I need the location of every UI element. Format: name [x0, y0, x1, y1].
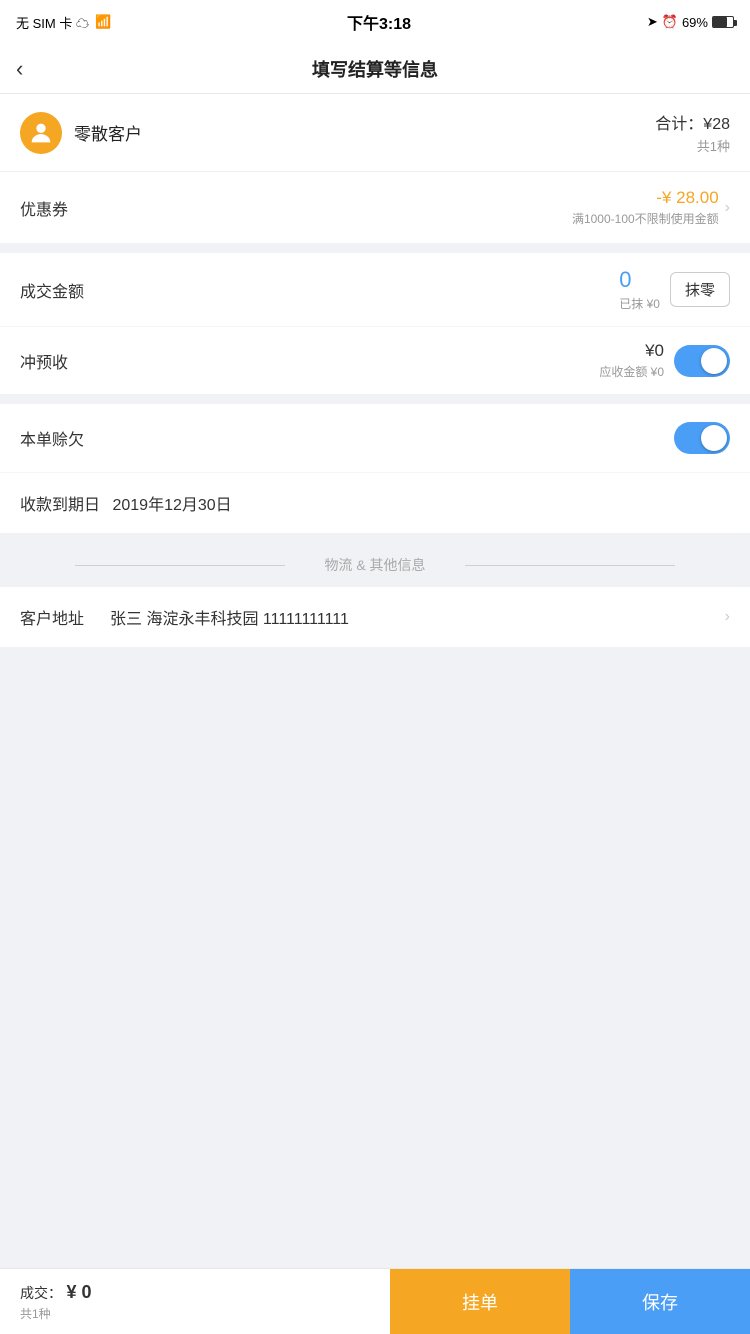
bottom-action-bar: 成交： ¥ 0 共1种 挂单 保存	[0, 1268, 750, 1334]
transaction-section: 成交金额 0 已抹 ¥0 抹零 冲预收 ¥0 应收金额 ¥0	[0, 253, 750, 394]
customer-right: 合计：¥28 共1种	[655, 110, 730, 155]
due-date-label: 收款到期日	[20, 497, 100, 514]
empty-area	[0, 657, 750, 857]
chong-amount-sub: 应收金额 ¥0	[599, 363, 664, 380]
status-time: 下午3:18	[347, 10, 411, 34]
bottom-transaction-row: 成交： ¥ 0	[20, 1282, 370, 1303]
bottom-count: 共1种	[20, 1305, 370, 1322]
logistics-divider: 物流 & 其他信息	[0, 543, 750, 587]
transaction-right: 0 已抹 ¥0 抹零	[619, 267, 730, 312]
battery-percentage: 69%	[682, 15, 708, 30]
customer-left: 零散客户	[20, 112, 142, 154]
chong-amount: ¥0	[599, 341, 664, 361]
logistics-title: 物流 & 其他信息	[324, 557, 425, 573]
coupon-discount: -¥ 28.00	[572, 188, 719, 208]
transaction-amount-group: 0 已抹 ¥0	[619, 267, 660, 312]
nav-bar: ‹ 填写结算等信息	[0, 44, 750, 94]
chong-right: ¥0 应收金额 ¥0	[599, 341, 730, 380]
chong-left: 冲预收	[20, 349, 68, 373]
alarm-icon: ⏰	[662, 14, 678, 30]
total-count: 共1种	[655, 136, 730, 155]
page-title: 填写结算等信息	[312, 56, 438, 82]
battery-icon	[712, 16, 734, 28]
round-off-button[interactable]: 抹零	[670, 272, 730, 307]
wifi-icon: 📶	[95, 14, 111, 30]
customer-row: 零散客户 合计：¥28 共1种	[0, 94, 750, 171]
user-icon	[27, 119, 55, 147]
chevron-right-icon-address: ›	[725, 608, 730, 626]
coupon-row[interactable]: 优惠券 -¥ 28.00 满1000-100不限制使用金额 ›	[0, 171, 750, 243]
save-button[interactable]: 保存	[570, 1269, 750, 1334]
chong-row: 冲预收 ¥0 应收金额 ¥0	[0, 327, 750, 394]
location-icon: ➤	[647, 14, 658, 30]
back-button[interactable]: ‹	[16, 56, 23, 82]
debt-section: 本单赊欠 收款到期日 2019年12月30日	[0, 404, 750, 533]
coupon-info: -¥ 28.00 满1000-100不限制使用金额	[572, 188, 719, 227]
address-value: 张三 海淀永丰科技园 11111111111	[110, 605, 725, 629]
status-left: 无 SIM 卡 ☁ 📶	[16, 13, 111, 32]
debt-toggle[interactable]	[674, 422, 730, 454]
debt-label: 本单赊欠	[20, 426, 84, 450]
bottom-transaction-label: 成交：	[20, 1285, 62, 1301]
transaction-amount-row: 成交金额 0 已抹 ¥0 抹零	[0, 253, 750, 327]
due-date-row: 收款到期日 2019年12月30日	[0, 473, 750, 533]
avatar	[20, 112, 62, 154]
address-section: 客户地址 张三 海淀永丰科技园 11111111111 ›	[0, 587, 750, 647]
address-label: 客户地址	[20, 605, 100, 629]
debt-row: 本单赊欠	[0, 404, 750, 473]
coupon-label: 优惠券	[20, 196, 68, 220]
status-right: ➤ ⏰ 69%	[647, 14, 734, 30]
bottom-transaction-amount: ¥ 0	[66, 1282, 91, 1302]
customer-name: 零散客户	[74, 120, 142, 145]
chong-toggle[interactable]	[674, 345, 730, 377]
status-bar: 无 SIM 卡 ☁ 📶 下午3:18 ➤ ⏰ 69%	[0, 0, 750, 44]
bottom-left: 成交： ¥ 0 共1种	[0, 1282, 390, 1322]
no-sim-text: 无 SIM 卡 ☁	[16, 13, 89, 32]
address-row[interactable]: 客户地址 张三 海淀永丰科技园 11111111111 ›	[0, 587, 750, 647]
coupon-desc: 满1000-100不限制使用金额	[572, 210, 719, 227]
customer-section: 零散客户 合计：¥28 共1种 优惠券 -¥ 28.00 满1000-100不限…	[0, 94, 750, 243]
transaction-label: 成交金额	[20, 278, 84, 302]
coupon-right: -¥ 28.00 满1000-100不限制使用金额 ›	[572, 188, 730, 227]
address-right: ›	[725, 608, 730, 626]
chong-label: 冲预收	[20, 349, 68, 373]
due-date-value: 2019年12月30日	[112, 497, 231, 514]
transaction-amount-value: 0	[619, 267, 660, 293]
total-amount: 合计：¥28	[655, 110, 730, 134]
chong-amounts: ¥0 应收金额 ¥0	[599, 341, 664, 380]
transaction-amount-sub: 已抹 ¥0	[619, 295, 660, 312]
hang-button[interactable]: 挂单	[390, 1269, 570, 1334]
chevron-right-icon: ›	[725, 199, 730, 217]
